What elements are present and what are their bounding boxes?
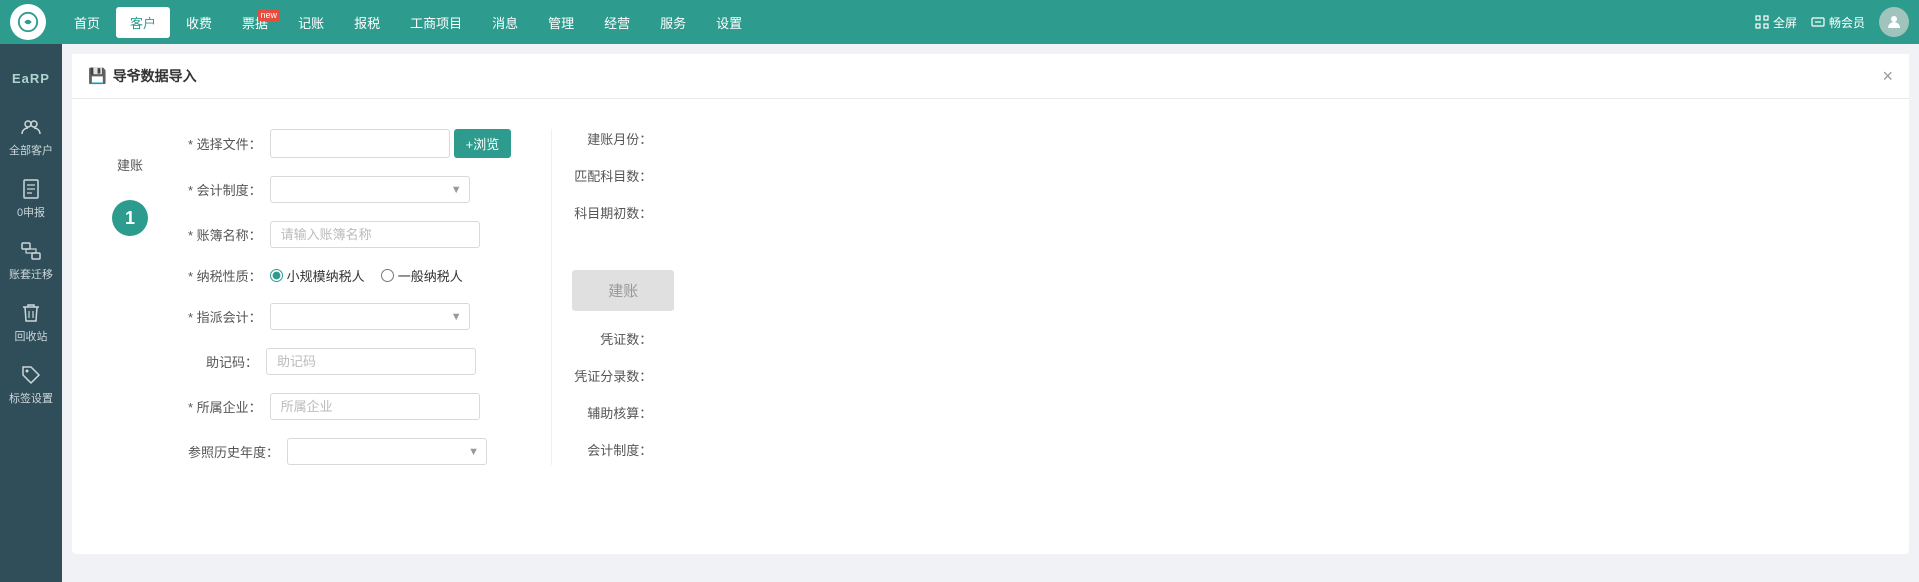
main-content: 💾 导爷数据导入 × 建账 1 * 选择文件： <box>62 44 1919 582</box>
import-icon: 💾 <box>88 67 107 85</box>
top-navigation: 首页 客户 收费 票据 new 记账 报税 工商项目 消息 管理 经营 服务 设… <box>0 0 1919 44</box>
trash-icon <box>20 302 42 324</box>
browse-button[interactable]: +浏览 <box>454 129 512 158</box>
form-right: 建账月份： 匹配科目数： 科目期初数： 建账 <box>551 129 791 465</box>
subject-initial-label: 科目期初数： <box>572 203 652 222</box>
nav-items: 首页 客户 收费 票据 new 记账 报税 工商项目 消息 管理 经营 服务 设… <box>60 7 1755 38</box>
subject-initial-row: 科目期初数： <box>572 203 791 222</box>
memo-code-label: 助记码： <box>188 352 258 371</box>
voucher-entries-label: 凭证分录数： <box>572 366 652 385</box>
tax-general-radio[interactable] <box>381 269 394 282</box>
sidebar: EaRP 全部客户 0申报 账套迁移 回收站 <box>0 44 62 582</box>
sidebar-item-zero-report[interactable]: 0申报 <box>0 170 62 228</box>
history-year-row: 参照历史年度： ▼ <box>188 438 511 465</box>
panel-header: 💾 导爷数据导入 × <box>72 54 1909 99</box>
accounting-system-label: * 会计制度： <box>188 180 262 199</box>
company-input[interactable] <box>270 393 480 420</box>
user-avatar[interactable] <box>1879 7 1909 37</box>
sidebar-item-transfer[interactable]: 账套迁移 <box>0 232 62 290</box>
match-subject-label: 匹配科目数： <box>572 166 652 185</box>
fullscreen-btn[interactable]: 全屏 <box>1755 14 1797 31</box>
app-logo[interactable] <box>10 4 46 40</box>
memo-code-row: 助记码： <box>188 348 511 375</box>
main-layout: EaRP 全部客户 0申报 账套迁移 回收站 <box>0 44 1919 582</box>
voucher-count-row: 凭证数： <box>572 329 791 348</box>
file-input-group: +浏览 <box>270 129 512 158</box>
tax-type-small[interactable]: 小规模纳税人 <box>270 266 365 285</box>
sidebar-item-tag-settings[interactable]: 标签设置 <box>0 356 62 414</box>
tax-type-radio-group: 小规模纳税人 一般纳税人 <box>270 266 463 285</box>
ledger-name-label: * 账簿名称： <box>188 225 262 244</box>
assign-accountant-select[interactable] <box>270 303 470 330</box>
tax-type-row: * 纳税性质： 小规模纳税人 一般纳税人 <box>188 266 511 285</box>
memo-code-input[interactable] <box>266 348 476 375</box>
accounting-system-row: * 会计制度： ▼ <box>188 176 511 203</box>
sidebar-item-all-customers[interactable]: 全部客户 <box>0 108 62 166</box>
file-row: * 选择文件： +浏览 <box>188 129 511 158</box>
file-label: * 选择文件： <box>188 134 262 153</box>
tax-small-radio[interactable] <box>270 269 283 282</box>
form-left: * 选择文件： +浏览 * 会计制度： ▼ <box>188 129 511 465</box>
nav-home[interactable]: 首页 <box>60 7 114 38</box>
voucher-entries-row: 凭证分录数： <box>572 366 791 385</box>
tax-type-general[interactable]: 一般纳税人 <box>381 266 463 285</box>
nav-service[interactable]: 服务 <box>646 7 700 38</box>
nav-settings[interactable]: 设置 <box>702 7 756 38</box>
users-icon <box>20 116 42 138</box>
right-accounting-system-row: 会计制度： <box>572 440 791 459</box>
import-panel: 💾 导爷数据导入 × 建账 1 * 选择文件： <box>72 54 1909 554</box>
form-container: 建账 1 * 选择文件： +浏览 <box>72 99 1909 495</box>
nav-tax[interactable]: 报税 <box>340 7 394 38</box>
accounting-system-select[interactable] <box>270 176 470 203</box>
month-label: 建账月份： <box>572 129 652 148</box>
month-row: 建账月份： <box>572 129 791 148</box>
nav-business[interactable]: 工商项目 <box>396 7 476 38</box>
aux-accounting-row: 辅助核算： <box>572 403 791 422</box>
history-year-select-wrapper: ▼ <box>287 438 487 465</box>
nav-billing[interactable]: 收费 <box>172 7 226 38</box>
earp-logo: EaRP <box>3 52 59 104</box>
step-badge: 1 <box>112 200 148 236</box>
nav-operation[interactable]: 经营 <box>590 7 644 38</box>
accounting-system-select-wrapper: ▼ <box>270 176 470 203</box>
nav-manage[interactable]: 管理 <box>534 7 588 38</box>
step-section: 建账 1 <box>112 129 148 465</box>
ledger-name-row: * 账簿名称： <box>188 221 511 248</box>
aux-accounting-label: 辅助核算： <box>572 403 652 422</box>
assign-accountant-select-wrapper: ▼ <box>270 303 470 330</box>
member-btn[interactable]: 畅会员 <box>1811 14 1865 31</box>
company-label: * 所属企业： <box>188 397 262 416</box>
panel-title: 💾 导爷数据导入 <box>88 66 197 86</box>
history-year-select[interactable] <box>287 438 487 465</box>
company-row: * 所属企业： <box>188 393 511 420</box>
tag-icon <box>20 364 42 386</box>
nav-invoice[interactable]: 票据 new <box>228 7 282 38</box>
tax-type-label: * 纳税性质： <box>188 266 262 285</box>
nav-right: 全屏 畅会员 <box>1755 7 1909 37</box>
assign-accountant-row: * 指派会计： ▼ <box>188 303 511 330</box>
nav-message[interactable]: 消息 <box>478 7 532 38</box>
close-button[interactable]: × <box>1882 67 1893 85</box>
file-icon <box>20 178 42 200</box>
new-badge: new <box>258 9 281 21</box>
sidebar-item-recycle[interactable]: 回收站 <box>0 294 62 352</box>
file-input[interactable] <box>270 129 450 158</box>
history-year-label: 参照历史年度： <box>188 442 279 461</box>
match-subject-row: 匹配科目数： <box>572 166 791 185</box>
nav-bookkeeping[interactable]: 记账 <box>284 7 338 38</box>
nav-customer[interactable]: 客户 <box>116 7 170 38</box>
build-account-button[interactable]: 建账 <box>572 270 674 311</box>
voucher-count-label: 凭证数： <box>572 329 652 348</box>
step-label: 建账 <box>117 155 143 174</box>
right-accounting-system-label: 会计制度： <box>572 440 652 459</box>
ledger-name-input[interactable] <box>270 221 480 248</box>
transfer-icon <box>20 240 42 262</box>
build-btn-container: 建账 <box>572 260 791 311</box>
assign-accountant-label: * 指派会计： <box>188 307 262 326</box>
